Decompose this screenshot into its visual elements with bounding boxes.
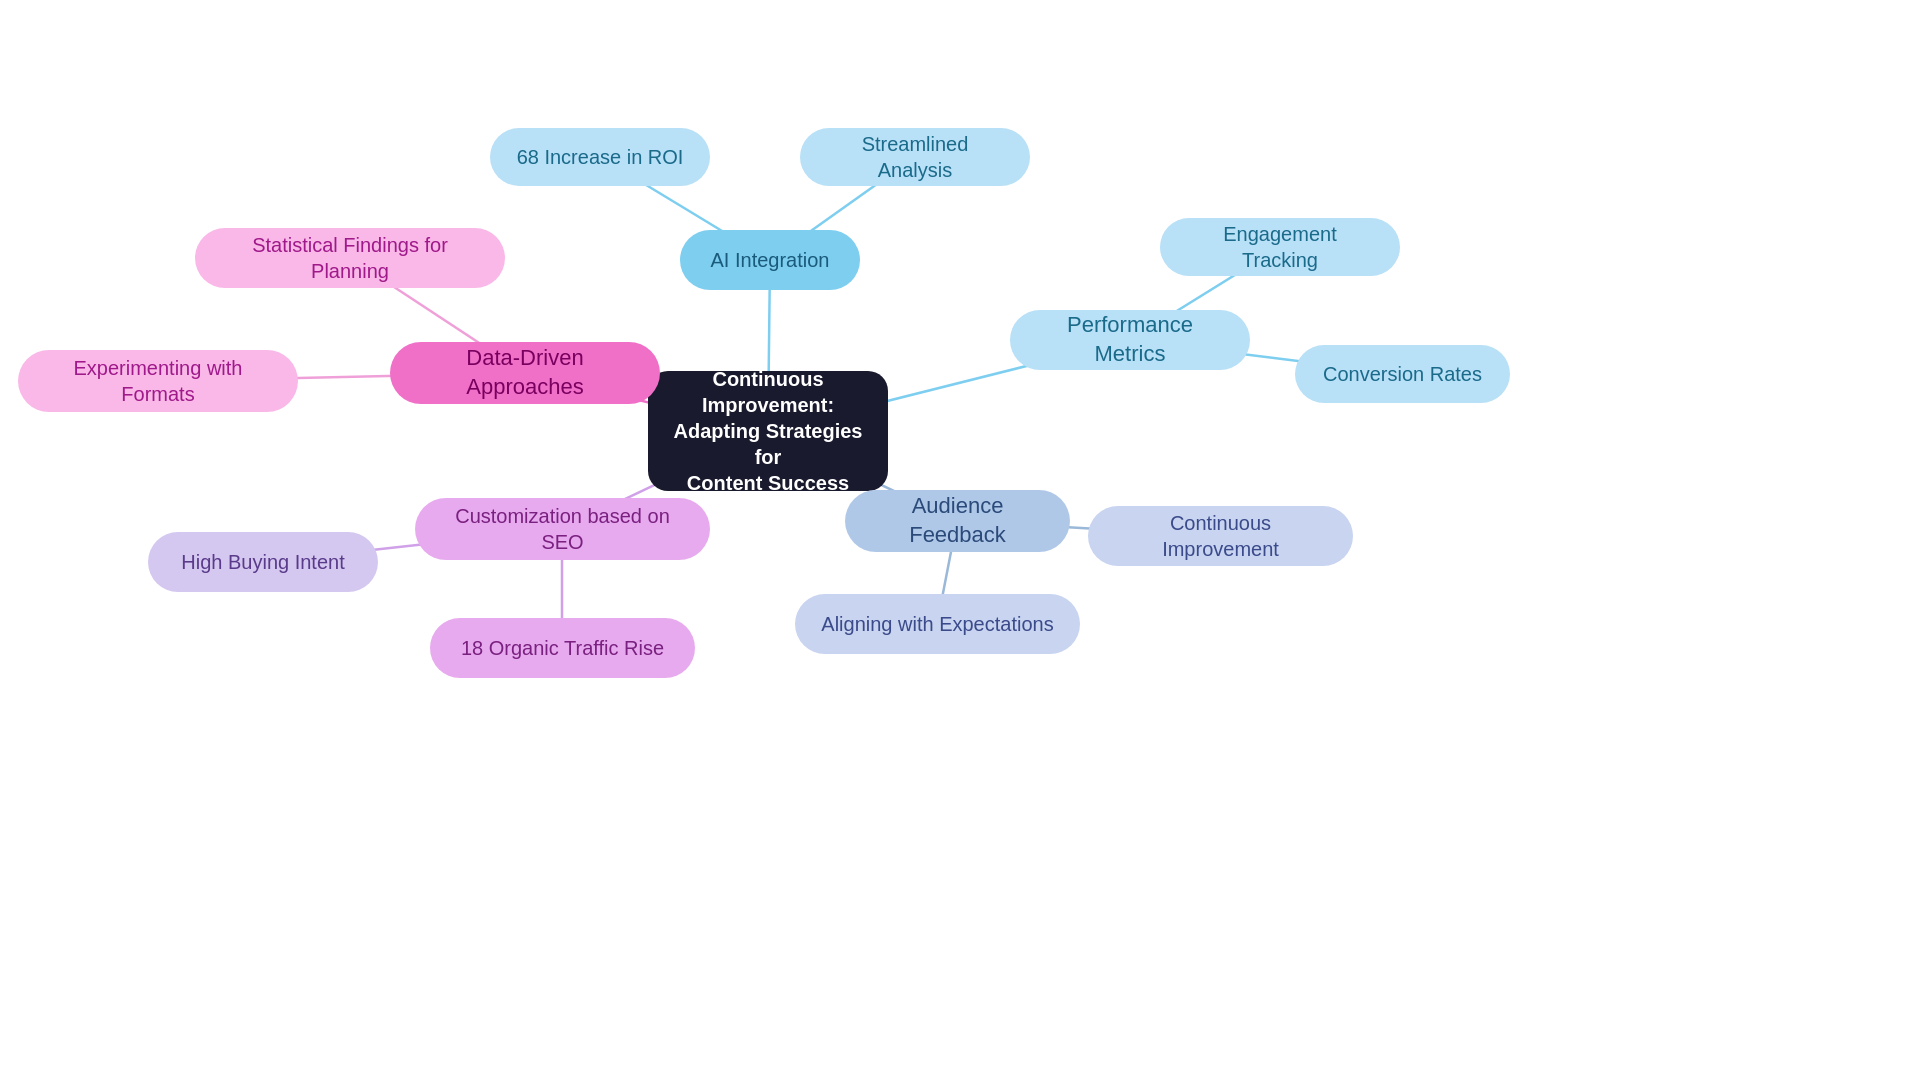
node-engagement: Engagement Tracking bbox=[1160, 218, 1400, 276]
node-aligning: Aligning with Expectations bbox=[795, 594, 1080, 654]
node-conversion: Conversion Rates bbox=[1295, 345, 1510, 403]
node-experimenting: Experimenting with Formats bbox=[18, 350, 298, 412]
node-data-driven: Data-Driven Approaches bbox=[390, 342, 660, 404]
node-ai-integration: AI Integration bbox=[680, 230, 860, 290]
node-performance: Performance Metrics bbox=[1010, 310, 1250, 370]
node-high-buying: High Buying Intent bbox=[148, 532, 378, 592]
center-node: Continuous Improvement: Adapting Strateg… bbox=[648, 371, 888, 491]
node-customization: Customization based on SEO bbox=[415, 498, 710, 560]
node-audience: Audience Feedback bbox=[845, 490, 1070, 552]
node-statistical: Statistical Findings for Planning bbox=[195, 228, 505, 288]
node-cont-improvement: Continuous Improvement bbox=[1088, 506, 1353, 566]
node-streamlined: Streamlined Analysis bbox=[800, 128, 1030, 186]
center-label: Continuous Improvement: Adapting Strateg… bbox=[672, 366, 864, 496]
node-roi: 68 Increase in ROI bbox=[490, 128, 710, 186]
node-organic: 18 Organic Traffic Rise bbox=[430, 618, 695, 678]
